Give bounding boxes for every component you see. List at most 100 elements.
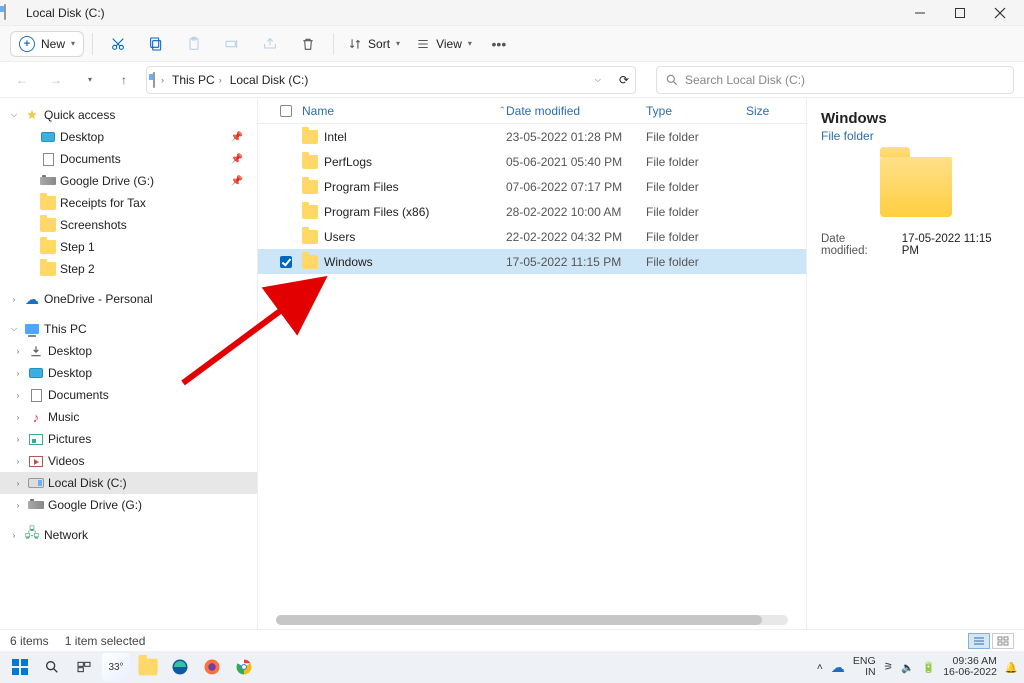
copy-button[interactable] [139,30,173,58]
sidebar-item[interactable]: Documents📌 [0,148,257,170]
col-date[interactable]: Date modified [506,104,646,118]
chevron-right-icon[interactable]: › [12,479,24,488]
maximize-button[interactable] [940,0,980,26]
select-all-checkbox[interactable] [276,105,296,117]
search-input[interactable]: Search Local Disk (C:) [656,66,1014,94]
rename-button[interactable] [215,30,249,58]
task-view-button[interactable] [70,653,98,681]
chevron-down-icon[interactable]: ⌵ [595,75,601,85]
file-list: Name⌃ Date modified Type Size Intel23-05… [258,98,806,629]
more-button[interactable]: ••• [482,30,516,58]
sidebar-item[interactable]: ›Local Disk (C:) [0,472,257,494]
chevron-right-icon[interactable]: › [12,435,24,444]
paste-button[interactable] [177,30,211,58]
chevron-right-icon[interactable]: › [12,413,24,422]
chevron-right-icon[interactable]: › [12,347,24,356]
sidebar-item-label: Documents [48,388,253,402]
sidebar-item[interactable]: › Documents [0,384,257,406]
file-date: 17-05-2022 11:15 PM [506,255,646,269]
chevron-right-icon[interactable]: › [12,391,24,400]
folder-icon [880,157,952,217]
thumbnails-view-button[interactable] [992,633,1014,649]
sidebar-item[interactable]: Google Drive (G:)📌 [0,170,257,192]
taskbar-search-button[interactable] [38,653,66,681]
chrome-taskbar-button[interactable] [230,653,258,681]
up-button[interactable]: ↑ [112,68,136,92]
chevron-right-icon[interactable]: › [12,501,24,510]
sidebar: ⌵ ★ Quick access Desktop📌Documents📌Googl… [0,98,258,629]
details-type[interactable]: File folder [821,129,1010,143]
chevron-right-icon[interactable]: › [8,531,20,540]
battery-icon[interactable]: 🔋 [922,661,935,674]
sidebar-item[interactable]: Screenshots [0,214,257,236]
table-row[interactable]: Program Files07-06-2022 07:17 PMFile fol… [258,174,806,199]
main: Name⌃ Date modified Type Size Intel23-05… [258,98,1024,629]
file-type: File folder [646,255,746,269]
sidebar-item[interactable]: ›♪Music [0,406,257,428]
clock[interactable]: 09:36 AM16-06-2022 [943,656,997,678]
widgets-button[interactable]: 33° [102,653,130,681]
sidebar-item[interactable]: Step 2 [0,258,257,280]
table-row[interactable]: Windows 17-05-2022 11:15 PMFile folder [258,249,806,274]
sidebar-item[interactable]: Receipts for Tax [0,192,257,214]
close-button[interactable] [980,0,1020,26]
address-bar[interactable]: › This PC› Local Disk (C:) ⌵ ⟳ [146,66,636,94]
sidebar-item[interactable]: ›Videos [0,450,257,472]
sidebar-item[interactable]: ›Google Drive (G:) [0,494,257,516]
sidebar-quick-access[interactable]: ⌵ ★ Quick access [0,104,257,126]
chevron-right-icon[interactable]: › [12,369,24,378]
sidebar-item[interactable]: ›Desktop [0,362,257,384]
sidebar-onedrive[interactable]: › ☁ OneDrive - Personal [0,288,257,310]
tray-chevron-icon[interactable]: ˄ [817,661,823,673]
sort-label: Sort [368,37,390,51]
view-button[interactable]: View ▾ [410,33,478,55]
details-view-button[interactable] [968,633,990,649]
minimize-button[interactable] [900,0,940,26]
file-type: File folder [646,205,746,219]
crumb-local-disk[interactable]: Local Disk (C:) [228,73,311,87]
chevron-right-icon[interactable]: › [8,295,20,304]
col-size[interactable]: Size [746,104,806,118]
pc-icon [153,73,155,87]
table-row[interactable]: Intel23-05-2022 01:28 PMFile folder [258,124,806,149]
volume-icon[interactable]: 🔈 [901,661,914,674]
sidebar-item[interactable]: ›Desktop [0,340,257,362]
chevron-down-icon[interactable]: ⌵ [8,110,20,120]
col-name[interactable]: Name⌃ [296,104,506,118]
chevron-down-icon[interactable]: ⌵ [8,324,20,334]
item-count: 6 items [10,634,49,648]
horizontal-scrollbar[interactable] [276,615,788,625]
edge-taskbar-button[interactable] [166,653,194,681]
language-indicator[interactable]: ENGIN [853,656,876,678]
share-button[interactable] [253,30,287,58]
chevron-right-icon[interactable]: › [12,457,24,466]
sidebar-item[interactable]: ›Pictures [0,428,257,450]
col-type[interactable]: Type [646,104,746,118]
file-name: Windows [324,255,373,269]
crumb-this-pc[interactable]: This PC› [170,73,224,87]
recent-button[interactable]: ▾ [78,68,102,92]
table-row[interactable]: Users22-02-2022 04:32 PMFile folder [258,224,806,249]
firefox-taskbar-button[interactable] [198,653,226,681]
forward-button[interactable]: → [44,68,68,92]
notifications-icon[interactable]: 🔔 [1005,661,1018,674]
onedrive-tray-icon[interactable]: ☁ [831,659,845,676]
wifi-icon[interactable]: ⚞ [884,661,893,673]
file-type: File folder [646,130,746,144]
sidebar-item[interactable]: Step 1 [0,236,257,258]
row-checkbox[interactable] [280,256,292,268]
table-row[interactable]: PerfLogs05-06-2021 05:40 PMFile folder [258,149,806,174]
refresh-button[interactable]: ⟳ [619,73,629,87]
explorer-taskbar-button[interactable] [134,653,162,681]
back-button[interactable]: ← [10,68,34,92]
start-button[interactable] [6,653,34,681]
sidebar-this-pc[interactable]: ⌵ This PC [0,318,257,340]
delete-button[interactable] [291,30,325,58]
table-row[interactable]: Program Files (x86)28-02-2022 10:00 AMFi… [258,199,806,224]
sort-button[interactable]: Sort ▾ [342,33,406,55]
desktop-icon [28,365,44,381]
sidebar-item[interactable]: Desktop📌 [0,126,257,148]
new-button[interactable]: + New ▾ [10,31,84,57]
sidebar-network[interactable]: › 🖧 Network [0,524,257,546]
cut-button[interactable] [101,30,135,58]
